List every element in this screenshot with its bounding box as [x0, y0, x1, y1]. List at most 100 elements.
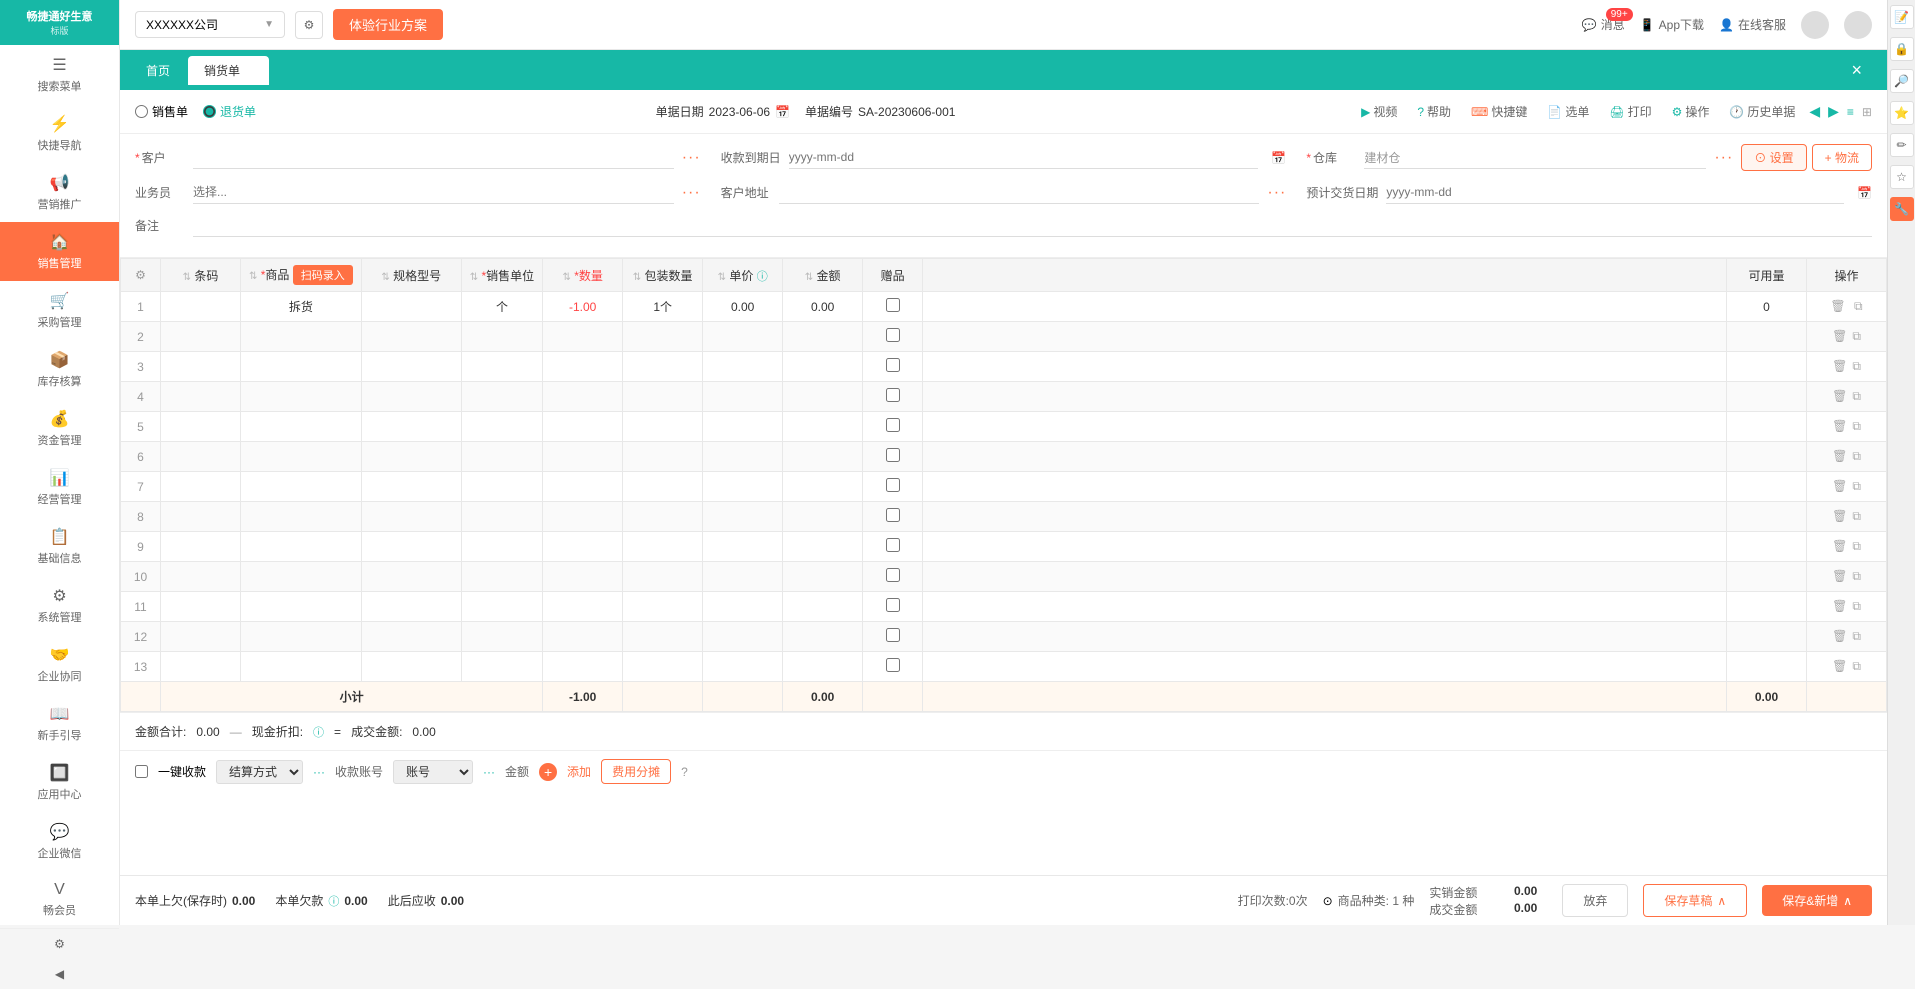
expected-date-input[interactable]: [1386, 181, 1844, 204]
row-qty[interactable]: -1.00: [543, 292, 623, 322]
gift-checkbox[interactable]: [886, 568, 900, 582]
gift-checkbox[interactable]: [886, 388, 900, 402]
toolbar-video-btn[interactable]: ▶ 视频: [1355, 100, 1403, 123]
sidebar-collapse-btn[interactable]: ◀: [0, 959, 119, 989]
customer-addr-dots-icon[interactable]: ···: [1267, 184, 1286, 202]
trial-button[interactable]: 体验行业方案: [333, 9, 443, 40]
customer-addr-input[interactable]: [779, 181, 1260, 204]
gift-checkbox[interactable]: [886, 328, 900, 342]
copy-icon[interactable]: ⧉: [1852, 329, 1861, 343]
gift-checkbox[interactable]: [886, 598, 900, 612]
abandon-button[interactable]: 放弃: [1562, 884, 1628, 917]
sales-order-radio[interactable]: 销售单: [135, 103, 188, 120]
company-selector[interactable]: XXXXXX公司 ▼: [135, 11, 285, 38]
sidebar-item-business[interactable]: 📊 经营管理: [0, 458, 119, 517]
payment-due-input[interactable]: [789, 146, 1259, 169]
expected-date-calendar-icon[interactable]: 📅: [1857, 186, 1872, 200]
copy-icon[interactable]: ⧉: [1852, 569, 1861, 583]
right-panel-icon-4[interactable]: ⭐: [1890, 101, 1914, 125]
sidebar-item-wechat[interactable]: 💬 企业微信: [0, 812, 119, 871]
right-panel-icon-3[interactable]: 🔎: [1890, 69, 1914, 93]
th-settings[interactable]: ⚙: [121, 259, 161, 292]
copy-icon[interactable]: ⧉: [1852, 449, 1861, 463]
copy-icon[interactable]: ⧉: [1852, 419, 1861, 433]
right-panel-icon-5[interactable]: ✏: [1890, 133, 1914, 157]
logistics-button[interactable]: + 物流: [1812, 144, 1872, 171]
expense-split-btn[interactable]: 费用分摊: [601, 759, 671, 784]
salesperson-dots-icon[interactable]: ···: [682, 184, 701, 202]
calendar-icon[interactable]: 📅: [775, 105, 790, 119]
gift-checkbox[interactable]: [886, 538, 900, 552]
copy-icon[interactable]: ⧉: [1852, 659, 1861, 673]
sidebar-item-enterprise[interactable]: 🤝 企业协同: [0, 635, 119, 694]
sidebar-item-search[interactable]: ☰ 搜索菜单: [0, 45, 119, 104]
payment-method-dots-icon[interactable]: ···: [313, 765, 325, 779]
row-unit[interactable]: 个: [461, 292, 542, 322]
view-grid-icon[interactable]: ⊞: [1862, 105, 1872, 119]
user-avatar2[interactable]: [1844, 11, 1872, 39]
payment-due-calendar-icon[interactable]: 📅: [1271, 151, 1286, 165]
account-dots-icon[interactable]: ···: [483, 765, 495, 779]
app-download-btn[interactable]: 📱 App下载: [1640, 16, 1704, 33]
row-gift[interactable]: [863, 292, 923, 322]
close-window-icon[interactable]: ×: [1851, 60, 1862, 81]
sidebar-settings-btn[interactable]: ⚙: [0, 929, 119, 959]
return-order-radio-input[interactable]: [203, 105, 216, 118]
notes-input[interactable]: [193, 214, 1872, 237]
warehouse-dots-icon[interactable]: ···: [1714, 149, 1733, 167]
sidebar-item-guide[interactable]: 📖 新手引导: [0, 694, 119, 753]
delete-icon[interactable]: 🗑: [1832, 509, 1847, 523]
right-panel-icon-7[interactable]: 🔧: [1890, 197, 1914, 221]
delete-icon[interactable]: 🗑: [1832, 629, 1847, 643]
sidebar-item-member[interactable]: V 畅会员: [0, 871, 119, 928]
discount-info-icon[interactable]: ⓘ: [313, 724, 324, 740]
sidebar-item-purchase[interactable]: 🛒 采购管理: [0, 281, 119, 340]
copy-icon[interactable]: ⧉: [1852, 389, 1861, 403]
delete-icon[interactable]: 🗑: [1832, 329, 1847, 343]
gift-checkbox[interactable]: [886, 418, 900, 432]
sidebar-item-sales[interactable]: 🏠 销售管理: [0, 222, 119, 281]
toolbar-history-btn[interactable]: 🕐 历史单据: [1723, 100, 1801, 123]
copy-icon[interactable]: ⧉: [1854, 299, 1863, 313]
gift-checkbox[interactable]: [886, 508, 900, 522]
setting-button[interactable]: ⊙ 设置: [1741, 144, 1806, 171]
sidebar-item-finance[interactable]: 💰 资金管理: [0, 399, 119, 458]
salesperson-input[interactable]: [193, 181, 674, 204]
sidebar-item-inventory[interactable]: 📦 库存核算: [0, 340, 119, 399]
row-barcode[interactable]: [161, 292, 241, 322]
gift-checkbox[interactable]: [886, 448, 900, 462]
one-click-payment-checkbox[interactable]: [135, 765, 148, 778]
customer-input[interactable]: [193, 146, 674, 169]
row-packqty[interactable]: 1个: [623, 292, 703, 322]
row-spec[interactable]: [361, 292, 461, 322]
toolbar-shortcut-btn[interactable]: ⌨ 快捷键: [1465, 100, 1533, 123]
account-select[interactable]: 账号: [393, 760, 473, 784]
table-settings-icon[interactable]: ⚙: [135, 268, 146, 282]
gift-checkbox[interactable]: [886, 478, 900, 492]
return-order-radio[interactable]: 退货单: [203, 103, 256, 120]
online-service-btn[interactable]: 👤 在线客服: [1719, 16, 1786, 33]
copy-icon[interactable]: ⧉: [1852, 359, 1861, 373]
toolbar-help-btn[interactable]: ? 帮助: [1411, 100, 1457, 123]
save-draft-button[interactable]: 保存草稿 ∧: [1643, 884, 1747, 917]
message-btn[interactable]: 💬 消息 99+: [1582, 16, 1625, 33]
gift-checkbox[interactable]: [886, 658, 900, 672]
save-new-button[interactable]: 保存&新增 ∧: [1762, 885, 1872, 916]
sales-order-radio-input[interactable]: [135, 105, 148, 118]
delete-icon[interactable]: 🗑: [1832, 599, 1847, 613]
toolbar-select-btn[interactable]: 📄 选单: [1541, 100, 1595, 123]
sidebar-item-apps[interactable]: 🔲 应用中心: [0, 753, 119, 812]
delete-icon[interactable]: 🗑: [1832, 419, 1847, 433]
row-price[interactable]: 0.00: [703, 292, 783, 322]
delete-icon[interactable]: 🗑: [1832, 479, 1847, 493]
copy-icon[interactable]: ⧉: [1852, 479, 1861, 493]
gift-checkbox[interactable]: [886, 358, 900, 372]
tab-home[interactable]: 首页: [130, 56, 186, 85]
delete-icon[interactable]: 🗑: [1832, 359, 1847, 373]
row-product[interactable]: 拆货: [241, 292, 362, 322]
delete-icon[interactable]: 🗑: [1830, 299, 1845, 313]
warehouse-input[interactable]: [1364, 146, 1706, 169]
right-panel-icon-1[interactable]: 📝: [1890, 5, 1914, 29]
row-note[interactable]: [923, 292, 1727, 322]
total-due-info-icon[interactable]: ⓘ: [328, 893, 339, 909]
